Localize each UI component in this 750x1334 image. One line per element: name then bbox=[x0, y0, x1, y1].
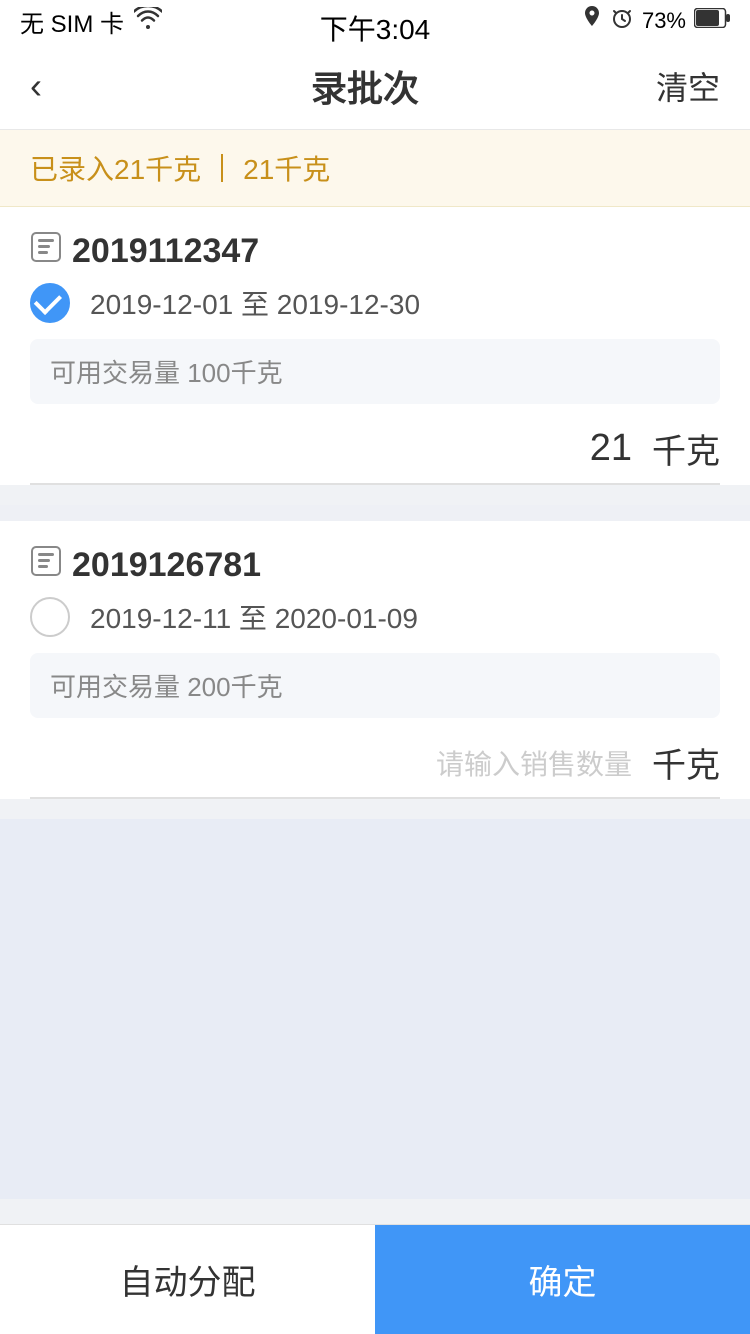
alarm-icon bbox=[610, 6, 634, 36]
recorded-value: 21千克 bbox=[243, 148, 330, 188]
nav-bar: ‹ 录批次 清空 bbox=[0, 42, 750, 130]
info-banner: 已录入21千克 21千克 bbox=[0, 130, 750, 207]
quantity-unit-1: 千克 bbox=[652, 424, 720, 473]
banner-divider bbox=[221, 154, 223, 182]
batch-date-row-1[interactable]: 2019-12-01 至 2019-12-30 bbox=[30, 283, 720, 323]
quantity-unit-2: 千克 bbox=[652, 738, 720, 787]
bottom-bar: 自动分配 确定 bbox=[0, 1224, 750, 1334]
recorded-label: 已录入21千克 bbox=[30, 148, 201, 188]
clear-button[interactable]: 清空 bbox=[640, 63, 720, 109]
content-area: 已录入21千克 21千克 2019112347 2019-12-01 至 2 bbox=[0, 130, 750, 1309]
status-bar: 无 SIM 卡 下午3:04 73% bbox=[0, 0, 750, 42]
battery-text: 73% bbox=[642, 8, 686, 34]
batch-date-1: 2019-12-01 至 2019-12-30 bbox=[90, 283, 420, 323]
batch-id-row-2: 2019126781 bbox=[30, 545, 720, 585]
status-left: 无 SIM 卡 bbox=[20, 4, 162, 39]
batch-radio-1[interactable] bbox=[30, 283, 70, 323]
quantity-input-2[interactable] bbox=[143, 741, 632, 784]
status-right: 73% bbox=[582, 6, 730, 36]
batch-card-2: 2019126781 2019-12-11 至 2020-01-09 可用交易量… bbox=[0, 521, 750, 799]
status-time: 下午3:04 bbox=[320, 8, 431, 48]
batch-id-icon-2 bbox=[30, 545, 62, 585]
batch-radio-2[interactable] bbox=[30, 597, 70, 637]
quantity-divider-2 bbox=[30, 797, 720, 799]
empty-area bbox=[0, 819, 750, 1199]
batch-available-2: 可用交易量 200千克 bbox=[30, 653, 720, 718]
batch-date-row-2[interactable]: 2019-12-11 至 2020-01-09 bbox=[30, 597, 720, 637]
batch-id-icon-1 bbox=[30, 231, 62, 271]
sim-text: 无 SIM 卡 bbox=[20, 4, 124, 39]
back-button[interactable]: ‹ bbox=[30, 65, 90, 107]
section-divider bbox=[0, 505, 750, 521]
batch-card-1: 2019112347 2019-12-01 至 2019-12-30 可用交易量… bbox=[0, 207, 750, 485]
quantity-divider-1 bbox=[30, 483, 720, 485]
batch-available-1: 可用交易量 100千克 bbox=[30, 339, 720, 404]
auto-distribute-button[interactable]: 自动分配 bbox=[0, 1225, 375, 1334]
batch-date-2: 2019-12-11 至 2020-01-09 bbox=[90, 597, 418, 637]
batch-id-text-2: 2019126781 bbox=[72, 546, 261, 585]
confirm-button[interactable]: 确定 bbox=[375, 1225, 750, 1334]
batch-id-text-1: 2019112347 bbox=[72, 232, 259, 271]
wifi-icon bbox=[134, 7, 162, 36]
page-title: 录批次 bbox=[90, 60, 640, 112]
quantity-row-2: 千克 bbox=[0, 718, 750, 787]
location-icon bbox=[582, 6, 602, 36]
quantity-row-1: 千克 bbox=[0, 404, 750, 473]
quantity-input-1[interactable] bbox=[143, 427, 632, 470]
battery-icon bbox=[694, 8, 730, 34]
batch-id-row-1: 2019112347 bbox=[30, 231, 720, 271]
